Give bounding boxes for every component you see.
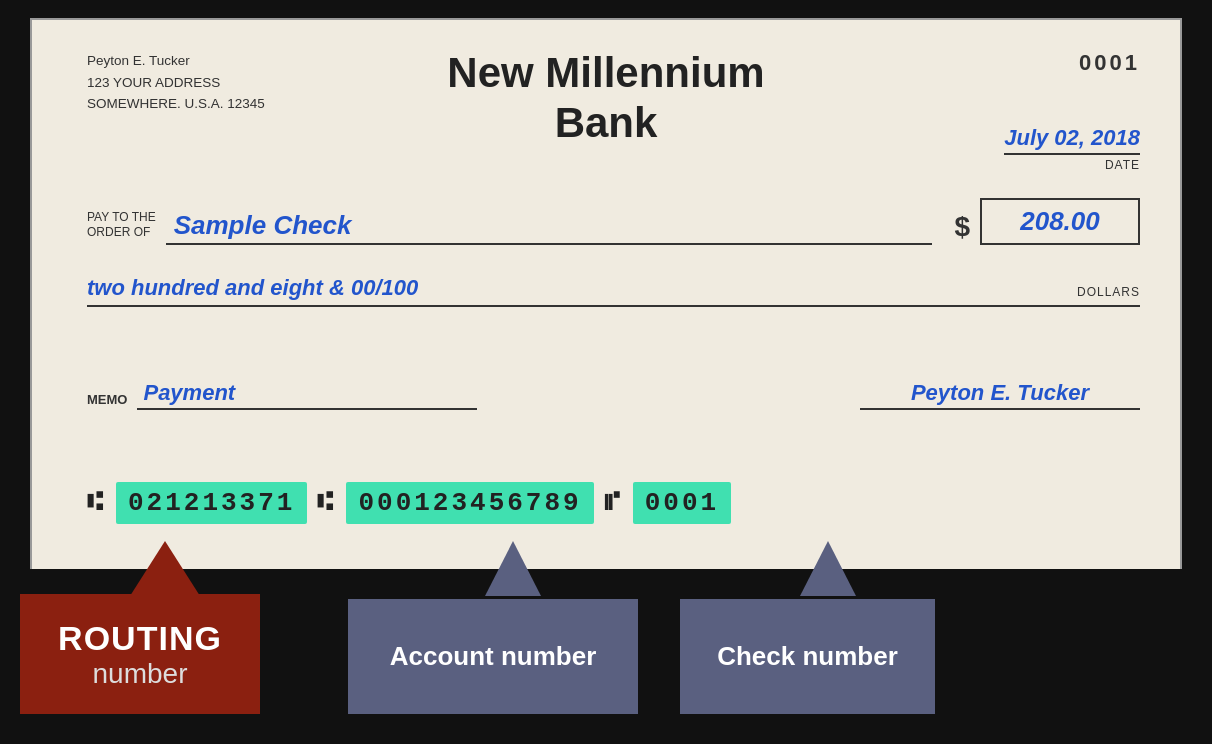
pay-to-row: PAY TO THE ORDER OF Sample Check $ 208.0… (87, 198, 1140, 245)
date-value: July 02, 2018 (1004, 125, 1140, 155)
routing-label-box: ROUTING number (20, 594, 260, 714)
account-label-text: Account number (390, 641, 597, 672)
memo-value: Payment (137, 380, 235, 405)
check-arrow (800, 541, 856, 596)
owner-address: Peyton E. Tucker 123 YOUR ADDRESS SOMEWH… (87, 50, 265, 115)
amount-box: 208.00 (980, 198, 1140, 245)
check-number-top: 0001 (1079, 50, 1140, 76)
check-container: 0001 Peyton E. Tucker 123 YOUR ADDRESS S… (30, 18, 1182, 603)
routing-arrow (130, 541, 200, 596)
memo-label: MEMO (87, 392, 127, 407)
routing-label-top: ROUTING (58, 619, 222, 658)
written-amount: two hundred and eight & 00/100 (87, 275, 1067, 301)
pay-to-label: PAY TO THE ORDER OF (87, 210, 156, 241)
date-label: DATE (1004, 158, 1140, 172)
check-label-box: Check number (680, 599, 935, 714)
memo-line: Payment (137, 380, 477, 410)
owner-name: Peyton E. Tucker (87, 50, 265, 72)
micr-open-symbol: ⑆ (87, 488, 106, 518)
dollar-sign: $ (954, 211, 970, 243)
account-arrow (485, 541, 541, 596)
written-amount-row: two hundred and eight & 00/100 DOLLARS (87, 275, 1140, 307)
signature-value: Peyton E. Tucker (911, 380, 1089, 405)
bottom-bar: ROUTING number Account number Check numb… (0, 569, 1212, 744)
bank-name: New Millennium Bank (447, 48, 764, 149)
signature-area: Peyton E. Tucker (860, 380, 1140, 410)
date-area: July 02, 2018 DATE (1004, 125, 1140, 172)
micr-dash-symbol: ⑈ (604, 488, 623, 518)
micr-row: ⑆ 021213371 ⑆ 000123456789 ⑈ 0001 (87, 482, 1140, 524)
routing-number: 021213371 (116, 482, 307, 524)
account-number: 000123456789 (346, 482, 593, 524)
address-line1: 123 YOUR ADDRESS (87, 72, 265, 94)
payee-line: Sample Check (166, 210, 933, 245)
memo-row: MEMO Payment Peyton E. Tucker (87, 380, 1140, 410)
check-number-micr: 0001 (633, 482, 731, 524)
address-line2: SOMEWHERE. U.S.A. 12345 (87, 93, 265, 115)
routing-label-bottom: number (93, 658, 188, 690)
micr-close-symbol: ⑆ (317, 488, 336, 518)
payee-name: Sample Check (166, 210, 352, 241)
check-label-text: Check number (717, 641, 898, 672)
dollars-label: DOLLARS (1077, 285, 1140, 299)
account-label-box: Account number (348, 599, 638, 714)
